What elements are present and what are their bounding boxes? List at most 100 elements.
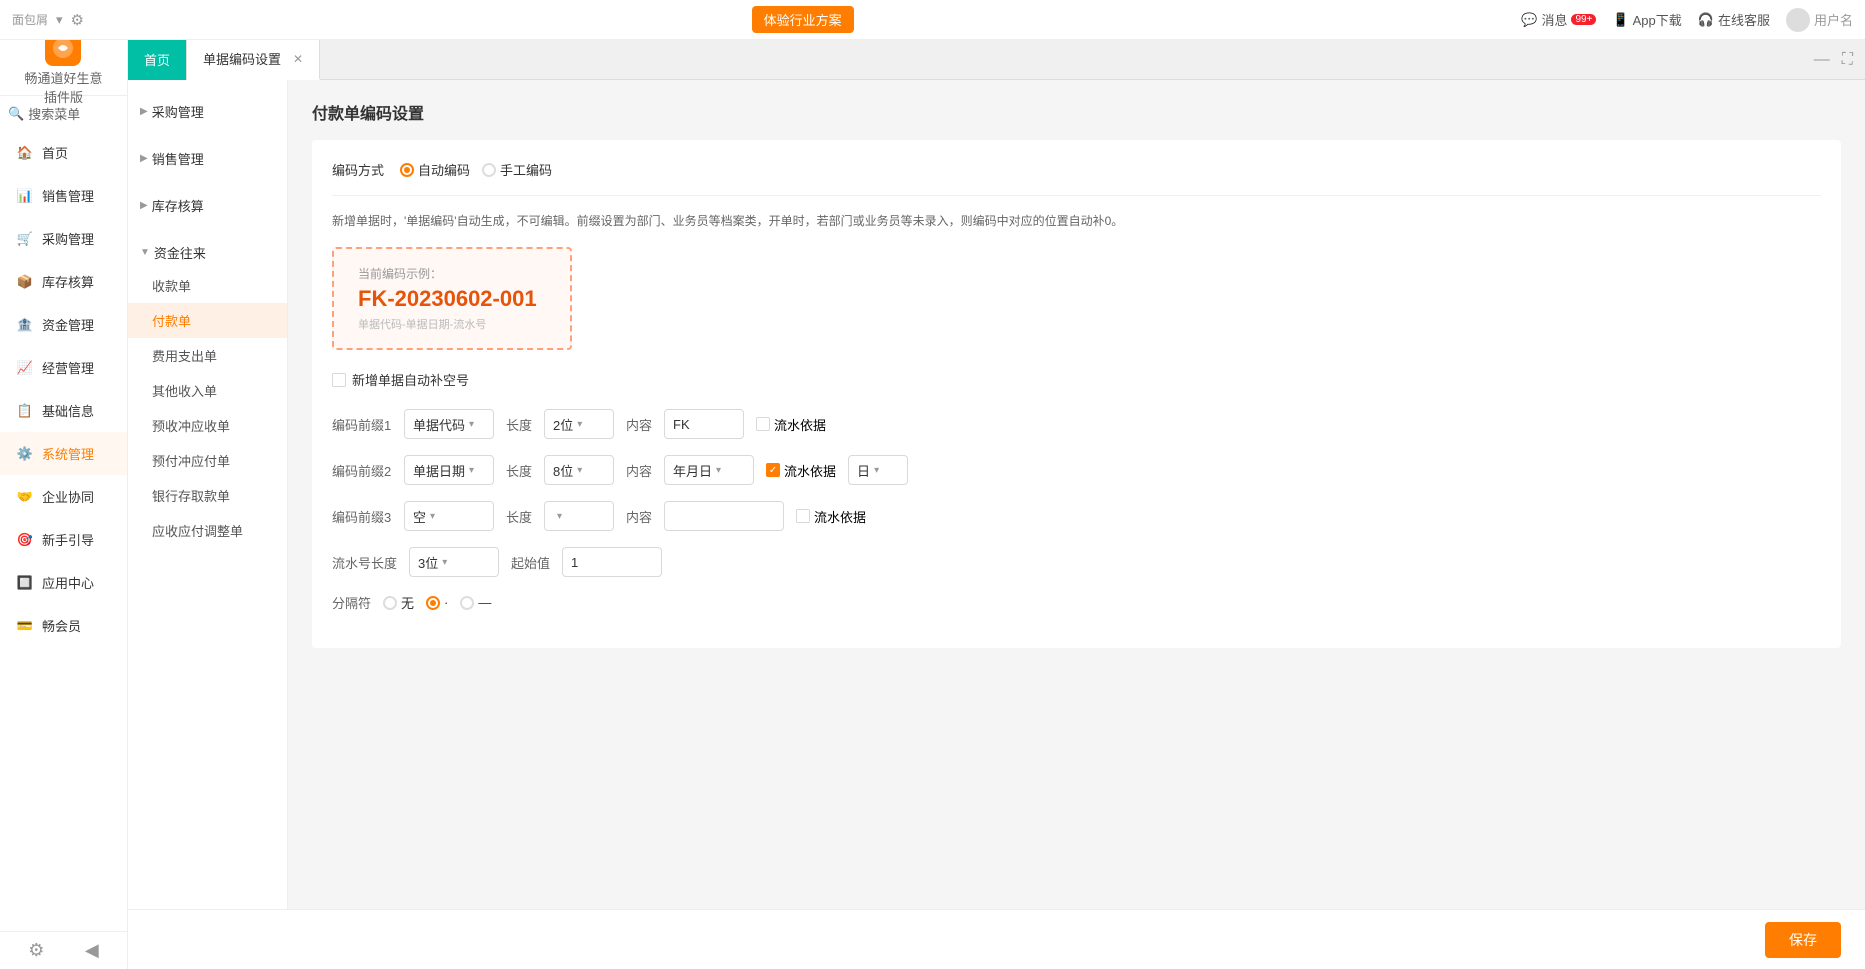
sep-dash-radio[interactable]: — — [460, 595, 491, 610]
experience-button[interactable]: 体验行业方案 — [752, 6, 854, 33]
sidebar-item-purchase[interactable]: 🛒 采购管理 — [0, 217, 127, 260]
tab-minimize-icon[interactable]: — — [1810, 47, 1834, 73]
finance-icon: 🏦 — [16, 316, 34, 334]
tab-home[interactable]: 首页 — [128, 40, 187, 80]
user-avatar[interactable]: 用户名 — [1786, 8, 1853, 32]
sec-item-payment[interactable]: 付款单 — [128, 303, 287, 338]
sidebar-item-member[interactable]: 💳 畅会员 — [0, 604, 127, 647]
sec-item-expense[interactable]: 费用支出单 — [128, 338, 287, 373]
sec-group-sales-title[interactable]: ▶ 销售管理 — [128, 143, 287, 174]
length2-value: 8位 — [553, 461, 573, 480]
serial2-unit-select[interactable]: 日 ▾ — [848, 455, 908, 485]
sidebar-item-sales[interactable]: 📊 销售管理 — [0, 174, 127, 217]
prefix3-label: 编码前缀3 — [332, 507, 392, 526]
serial2-checkbox[interactable]: ✓ — [766, 463, 780, 477]
sidebar-item-info[interactable]: 📋 基础信息 — [0, 389, 127, 432]
purchase-icon: 🛒 — [16, 230, 34, 248]
manual-encode-radio[interactable]: 手工编码 — [482, 160, 552, 179]
prefix3-select[interactable]: 空 ▾ — [404, 501, 494, 531]
sidebar-item-finance[interactable]: 🏦 资金管理 — [0, 303, 127, 346]
sec-group-inventory-title[interactable]: ▶ 库存核算 — [128, 190, 287, 221]
length3-arrow: ▾ — [557, 511, 562, 522]
search-menu[interactable]: 🔍 搜索菜单 — [0, 96, 127, 131]
sidebar-label-apps: 应用中心 — [42, 573, 94, 592]
content1-input[interactable]: FK — [664, 409, 744, 439]
prefix2-label: 编码前缀2 — [332, 461, 392, 480]
prefix3-value: 空 — [413, 507, 426, 526]
sep-dot-radio[interactable]: · — [426, 595, 448, 610]
serial3-checkbox-group[interactable]: 流水依据 — [796, 507, 866, 526]
sec-group-finance-title[interactable]: ▼ 资金往来 — [128, 237, 287, 268]
serial1-checkbox-group[interactable]: 流水依据 — [756, 415, 826, 434]
breadcrumb-text: 面包屑 — [12, 11, 48, 28]
topbar-center: 体验行业方案 — [752, 6, 854, 33]
serial-length-select[interactable]: 3位 ▾ — [409, 547, 499, 577]
sidebar-item-inventory[interactable]: 📦 库存核算 — [0, 260, 127, 303]
length3-select[interactable]: ▾ — [544, 501, 614, 531]
sidebar-item-team[interactable]: 🤝 企业协同 — [0, 475, 127, 518]
sec-item-receipt[interactable]: 收款单 — [128, 268, 287, 303]
sidebar-item-home[interactable]: 🏠 首页 — [0, 131, 127, 174]
sep-none-circle — [383, 596, 397, 610]
guide-icon: 🎯 — [16, 531, 34, 549]
sec-item-pre-pay[interactable]: 预付冲应付单 — [128, 443, 287, 478]
config-row-3: 编码前缀3 空 ▾ 长度 ▾ 内容 — [332, 501, 1821, 531]
collapse-icon[interactable]: ◀ — [85, 940, 99, 961]
secondary-sidebar: ▶ 采购管理 ▶ 销售管理 ▶ 库存核算 — [128, 80, 288, 909]
preview-box: 当前编码示例： FK-20230602-001 单据代码-单据日期-流水号 — [332, 247, 572, 350]
encode-method-row: 编码方式 自动编码 手工编码 — [332, 160, 1821, 196]
content2-select[interactable]: 年月日 ▾ — [664, 455, 754, 485]
sales-icon: 📊 — [16, 187, 34, 205]
sidebar-item-apps[interactable]: 🔲 应用中心 — [0, 561, 127, 604]
tab-close-icon[interactable]: ✕ — [293, 52, 303, 66]
serial1-checkbox[interactable] — [756, 417, 770, 431]
save-button[interactable]: 保存 — [1765, 922, 1841, 958]
info-icon: 📋 — [16, 402, 34, 420]
dropdown-icon[interactable]: ▾ — [56, 12, 63, 28]
main-panel: 付款单编码设置 编码方式 自动编码 手工编码 — [288, 80, 1865, 909]
sep-none-radio[interactable]: 无 — [383, 593, 414, 612]
sidebar-item-guide[interactable]: 🎯 新手引导 — [0, 518, 127, 561]
length1-label: 长度 — [506, 415, 532, 434]
length1-arrow: ▾ — [577, 419, 582, 430]
tab-encode-settings[interactable]: 单据编码设置 ✕ — [187, 40, 320, 80]
tab-bar-actions: — ⛶ — [1810, 47, 1865, 73]
auto-encode-radio[interactable]: 自动编码 — [400, 160, 470, 179]
sec-item-bank[interactable]: 银行存取款单 — [128, 478, 287, 513]
length1-select[interactable]: 2位 ▾ — [544, 409, 614, 439]
online-service-label: 在线客服 — [1718, 10, 1770, 29]
sec-item-adjust[interactable]: 应收应付调整单 — [128, 513, 287, 548]
separator-row: 分隔符 无 · — — [332, 593, 1821, 612]
length2-arrow: ▾ — [577, 465, 582, 476]
apps-icon: 🔲 — [16, 574, 34, 592]
chevron-down-finance: ▼ — [140, 247, 150, 258]
start-value-input[interactable]: 1 — [562, 547, 662, 577]
length3-label: 长度 — [506, 507, 532, 526]
sec-item-other-income[interactable]: 其他收入单 — [128, 373, 287, 408]
length2-select[interactable]: 8位 ▾ — [544, 455, 614, 485]
settings-bottom-icon[interactable]: ⚙ — [28, 940, 44, 961]
online-service-btn[interactable]: 🎧 在线客服 — [1698, 10, 1770, 29]
sec-item-pre-receive[interactable]: 预收冲应收单 — [128, 408, 287, 443]
serial-number-row: 流水号长度 3位 ▾ 起始值 1 — [332, 547, 1821, 577]
sidebar-item-system[interactable]: ⚙️ 系统管理 — [0, 432, 127, 475]
serial3-label: 流水依据 — [814, 507, 866, 526]
content-area: 首页 单据编码设置 ✕ — ⛶ ▶ 采购管理 — [128, 40, 1865, 969]
sidebar-item-management[interactable]: 📈 经营管理 — [0, 346, 127, 389]
sidebar-label-member: 畅会员 — [42, 616, 81, 635]
serial2-checkbox-group[interactable]: ✓ 流水依据 — [766, 461, 836, 480]
sec-group-purchase-title[interactable]: ▶ 采购管理 — [128, 96, 287, 127]
settings-icon[interactable]: ⚙ — [71, 11, 84, 29]
tab-encode-label: 单据编码设置 — [203, 49, 281, 68]
sidebar-label-purchase: 采购管理 — [42, 229, 94, 248]
content3-input[interactable] — [664, 501, 784, 531]
auto-fill-checkbox[interactable] — [332, 373, 346, 387]
prefix1-select[interactable]: 单据代码 ▾ — [404, 409, 494, 439]
messages-btn[interactable]: 💬 消息 99+ — [1521, 10, 1596, 29]
app-download-btn[interactable]: 📱 App下载 — [1612, 10, 1681, 29]
prefix1-arrow: ▾ — [469, 419, 474, 430]
tab-expand-icon[interactable]: ⛶ — [1838, 47, 1857, 73]
sec-group-finance: ▼ 资金往来 收款单 付款单 费用支出单 其他收入单 预收冲应收单 预付冲应付单… — [128, 229, 287, 556]
prefix2-select[interactable]: 单据日期 ▾ — [404, 455, 494, 485]
serial3-checkbox[interactable] — [796, 509, 810, 523]
